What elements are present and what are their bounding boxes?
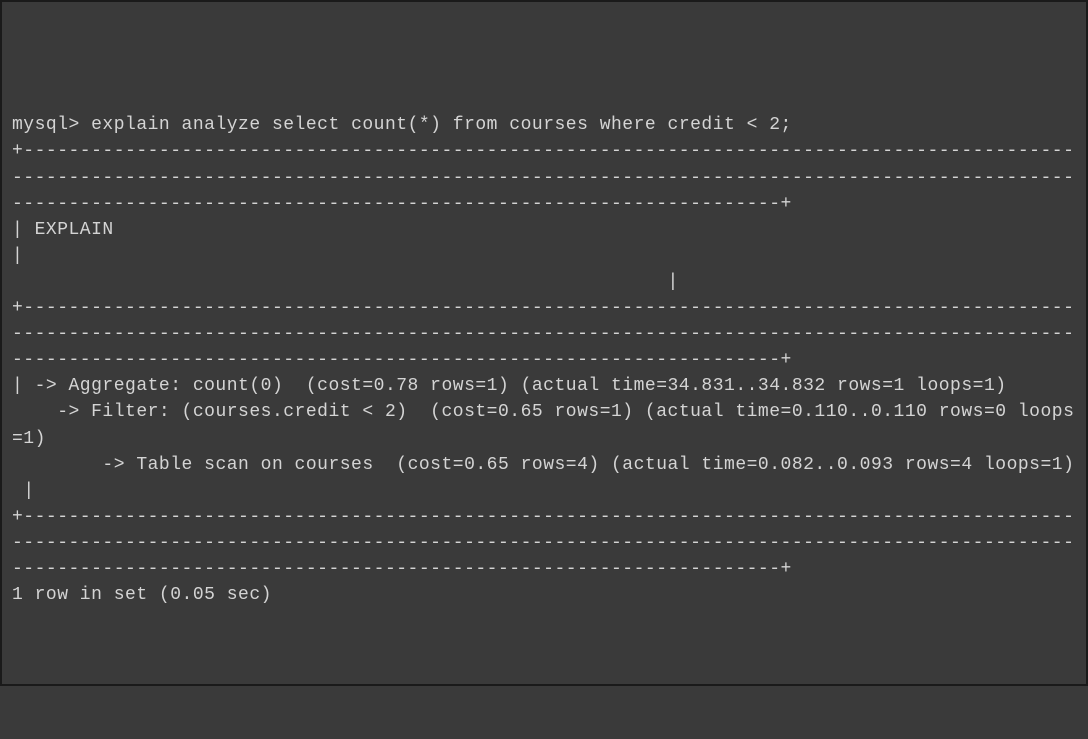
command-line: mysql> explain analyze select count(*) f…	[12, 112, 1076, 138]
pipe-line: |	[12, 269, 1076, 295]
separator-bottom: +---------------------------------------…	[12, 504, 1076, 582]
plan-filter: -> Filter: (courses.credit < 2) (cost=0.…	[12, 399, 1076, 451]
plan-end-pipe: |	[12, 478, 1076, 504]
separator-top: +---------------------------------------…	[12, 138, 1076, 216]
mysql-prompt: mysql>	[12, 115, 91, 135]
terminal-output: mysql> explain analyze select count(*) f…	[12, 112, 1076, 608]
explain-header: | EXPLAIN	[12, 217, 1076, 269]
sql-command: explain analyze select count(*) from cou…	[91, 115, 792, 135]
plan-aggregate: | -> Aggregate: count(0) (cost=0.78 rows…	[12, 373, 1076, 399]
result-footer: 1 row in set (0.05 sec)	[12, 582, 1076, 608]
separator-mid: +---------------------------------------…	[12, 295, 1076, 373]
plan-tablescan: -> Table scan on courses (cost=0.65 rows…	[12, 452, 1076, 478]
